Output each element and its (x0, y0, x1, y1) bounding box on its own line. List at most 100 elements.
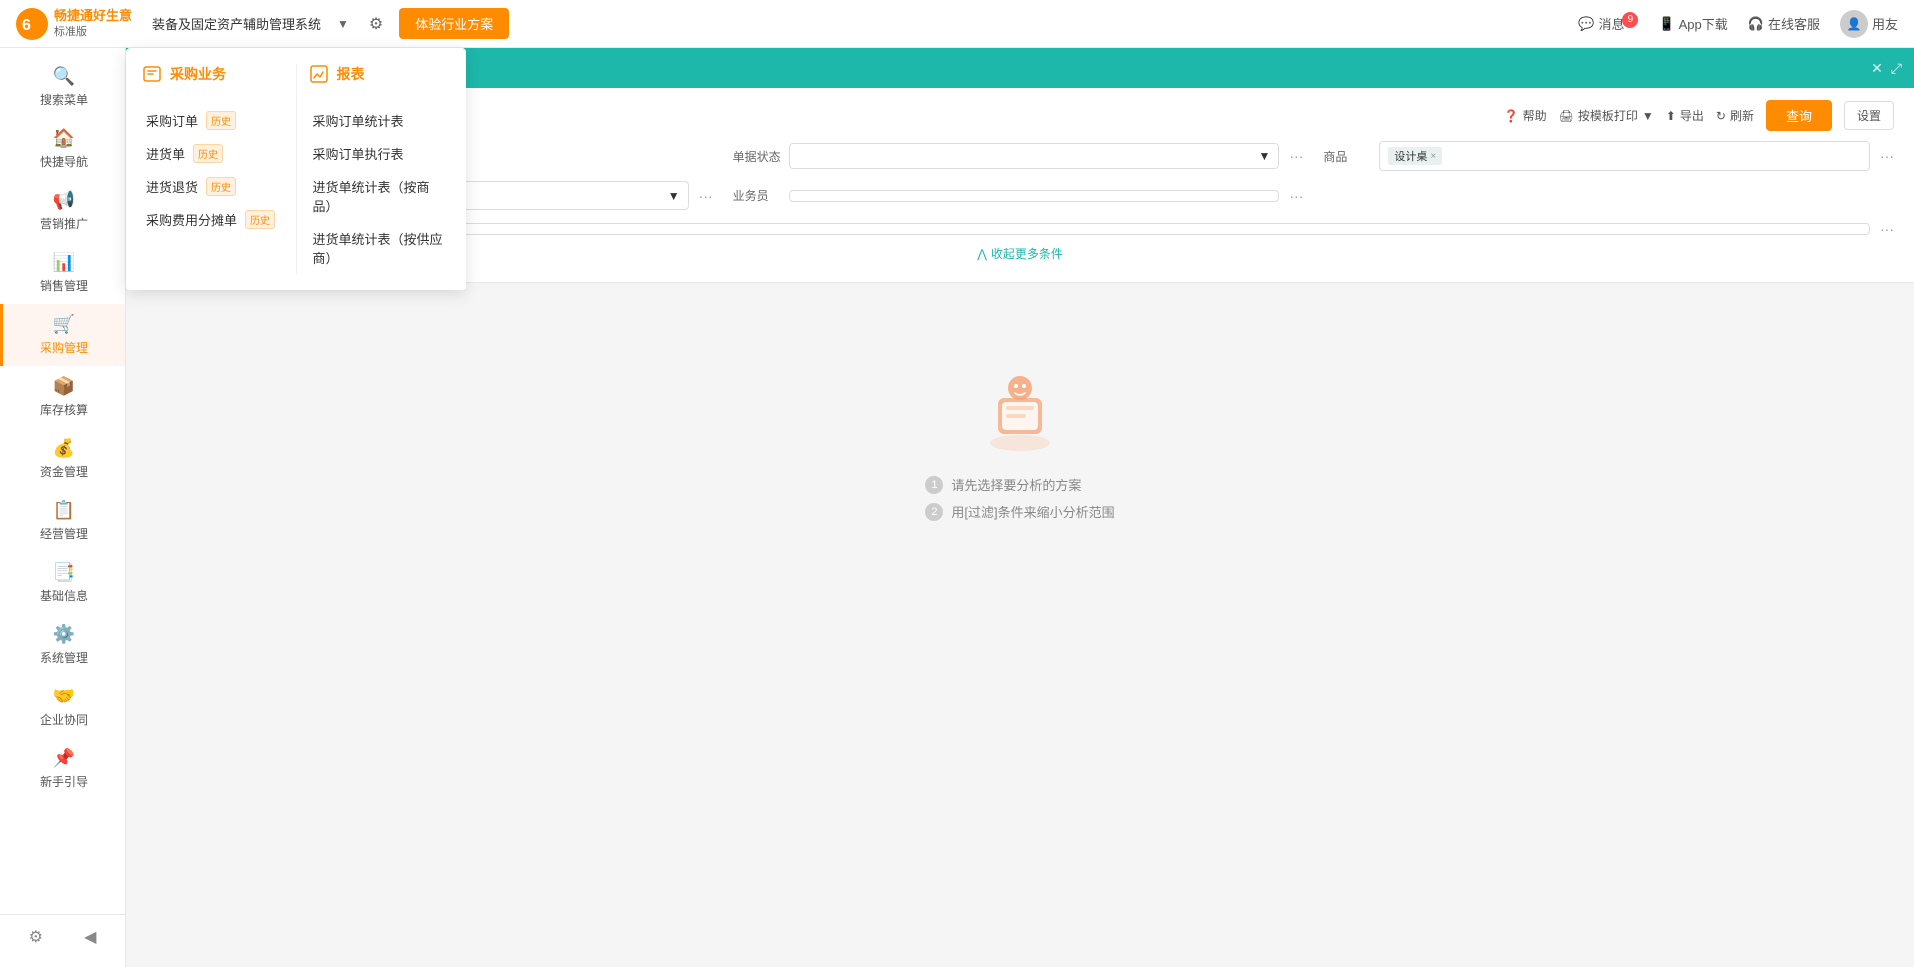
refresh-action[interactable]: ↻ 刷新 (1716, 107, 1754, 124)
logo-text: 畅捷通好生意 标准版 (54, 8, 132, 39)
settings-btn[interactable]: 设置 (1844, 101, 1894, 130)
tab-spacer (299, 48, 1859, 88)
refresh-label: 刷新 (1730, 107, 1754, 124)
rank-dropdown-icon: ▼ (668, 189, 680, 203)
inventory-icon: 📦 (53, 376, 75, 397)
report-col: 报表 采购订单统计表 采购订单执行表 进货单统计表（按商品） 进货单统计表（按供… (309, 64, 451, 274)
print-dropdown-icon[interactable]: ▼ (1642, 109, 1654, 123)
goods-tag-remove[interactable]: × (1430, 151, 1436, 162)
salesperson-dots[interactable]: ··· (1285, 188, 1307, 204)
dropdown-item-purchase-order[interactable]: 采购订单 历史 (142, 104, 284, 137)
dropdown-item-inbound-stats-supplier-label: 进货单统计表（按供应商） (313, 229, 447, 267)
system-icon: ⚙️ (53, 624, 75, 645)
app-download-action[interactable]: 📱 App下载 (1658, 14, 1727, 33)
online-service-action[interactable]: 🎧 在线客服 (1748, 14, 1820, 33)
sidebar-item-inventory[interactable]: 📦 库存核算 (0, 366, 125, 428)
tip-num-1: 1 (925, 476, 943, 494)
goods-tag: 设计桌 × (1388, 147, 1442, 165)
sidebar-item-system[interactable]: ⚙️ 系统管理 (0, 614, 125, 676)
dropdown-item-inbound[interactable]: 进货单 历史 (142, 137, 284, 170)
sidebar: 🔍 搜索菜单 🏠 快捷导航 📢 营销推广 📊 销售管理 🛒 采购管理 📦 库存核… (0, 48, 126, 967)
dropdown-item-inbound-stats-supplier[interactable]: 进货单统计表（按供应商） (309, 222, 451, 274)
filter-goods: 商品 设计桌 × ··· (1323, 141, 1898, 171)
sidebar-item-purchase[interactable]: 🛒 采购管理 (0, 304, 125, 366)
dropdown-item-po-stats-label: 采购订单统计表 (313, 111, 404, 130)
bill-status-dots[interactable]: ··· (1285, 148, 1307, 164)
refresh-icon: ↻ (1716, 109, 1726, 123)
empty-illustration (970, 363, 1070, 463)
dropdown-item-po-stats[interactable]: 采购订单统计表 (309, 104, 451, 137)
print-icon: 🖨 (1559, 109, 1574, 123)
message-label: 消息 (1598, 14, 1624, 33)
svg-text:6: 6 (22, 17, 31, 34)
logo-main: 畅捷通好生意 (54, 8, 132, 25)
sidebar-item-marketing[interactable]: 📢 营销推广 (0, 180, 125, 242)
dropdown-item-inbound-stats-goods[interactable]: 进货单统计表（按商品） (309, 170, 451, 222)
sidebar-item-guide[interactable]: 📌 新手引导 (0, 738, 125, 800)
salesperson-control[interactable] (789, 190, 1280, 202)
industry-btn[interactable]: 体验行业方案 (399, 8, 509, 39)
logo-area: 6 畅捷通好生意 标准版 (16, 8, 132, 40)
help-label: 帮助 (1523, 107, 1547, 124)
goods-control[interactable]: 设计桌 × (1379, 141, 1870, 171)
logo-icon: 6 (16, 8, 48, 40)
sidebar-label-inventory: 库存核算 (40, 401, 88, 418)
sidebar-collapse-btn[interactable]: ◀ (84, 927, 96, 947)
print-label: 按模板打印 (1578, 107, 1638, 124)
sidebar-item-search[interactable]: 🔍 搜索菜单 (0, 56, 125, 118)
help-action[interactable]: ❓ 帮助 (1504, 107, 1547, 124)
sidebar-label-system: 系统管理 (40, 649, 88, 666)
capital-icon: 💰 (53, 438, 75, 459)
tip-text-2: 用[过滤]条件来缩小分析范围 (951, 502, 1114, 521)
help-icon: ❓ (1504, 109, 1519, 123)
filter-salesperson: 业务员 ··· (733, 187, 1308, 204)
report-col-icon (309, 64, 329, 84)
header-settings-btn[interactable]: ⚙ (365, 10, 387, 38)
sidebar-item-quicknav[interactable]: 🏠 快捷导航 (0, 118, 125, 180)
sidebar-label-quicknav: 快捷导航 (40, 153, 88, 170)
dropdown-item-expense[interactable]: 采购费用分摊单 历史 (142, 203, 284, 236)
print-action[interactable]: 🖨 按模板打印 ▼ (1559, 107, 1654, 124)
collapse-text: 收起更多条件 (991, 245, 1063, 262)
user-action[interactable]: 👤 用友 (1840, 10, 1898, 38)
notification-badge: 9 (1622, 12, 1638, 28)
sales-icon: 📊 (53, 252, 75, 273)
report-col-title-text: 报表 (337, 64, 365, 84)
sidebar-label-enterprise: 企业协同 (40, 711, 88, 728)
goods-tag-text: 设计桌 (1394, 148, 1427, 164)
sidebar-item-basic[interactable]: 📑 基础信息 (0, 552, 125, 614)
report-col-title: 报表 (309, 64, 451, 92)
salesperson-label: 业务员 (733, 187, 783, 204)
sidebar-item-capital[interactable]: 💰 资金管理 (0, 428, 125, 490)
tab-expand-btn[interactable]: ⤢ (1891, 60, 1902, 77)
sidebar-item-operations[interactable]: 📋 经营管理 (0, 490, 125, 552)
avatar-img: 👤 (1847, 17, 1862, 31)
goods-dots[interactable]: ··· (1876, 148, 1898, 164)
phone-icon: 📱 (1658, 16, 1674, 32)
customer-dots[interactable]: ··· (1876, 221, 1898, 237)
empty-tips: 1 请先选择要分析的方案 2 用[过滤]条件来缩小分析范围 (925, 475, 1114, 521)
goods-label: 商品 (1323, 148, 1373, 165)
query-btn[interactable]: 查询 (1766, 100, 1832, 131)
headset-icon: 🎧 (1748, 16, 1764, 32)
tab-close-window-btn[interactable]: ✕ (1871, 60, 1883, 77)
system-dropdown-btn[interactable]: ▼ (333, 13, 353, 35)
dropdown-item-return[interactable]: 进货退货 历史 (142, 170, 284, 203)
header-left: 6 畅捷通好生意 标准版 装备及固定资产辅助管理系统 ▼ ⚙ 体验行业方案 (16, 8, 509, 40)
badge-return: 历史 (206, 177, 236, 196)
dropdown-item-po-exec[interactable]: 采购订单执行表 (309, 137, 451, 170)
sidebar-settings-btn[interactable]: ⚙ (29, 927, 43, 947)
guide-icon: 📌 (53, 748, 75, 769)
collapse-icon: ⋀ (977, 247, 987, 261)
bill-status-control[interactable]: ▼ (789, 143, 1280, 169)
message-action[interactable]: 💬 消息 9 (1578, 14, 1638, 33)
online-service-label: 在线客服 (1768, 14, 1820, 33)
sidebar-item-sales[interactable]: 📊 销售管理 (0, 242, 125, 304)
tip-text-1: 请先选择要分析的方案 (951, 475, 1081, 494)
sidebar-item-enterprise[interactable]: 🤝 企业协同 (0, 676, 125, 738)
rank-dots[interactable]: ··· (695, 188, 717, 204)
bill-status-label: 单据状态 (733, 148, 783, 165)
operations-icon: 📋 (53, 500, 75, 521)
sidebar-label-guide: 新手引导 (40, 773, 88, 790)
export-action[interactable]: ⬆ 导出 (1666, 107, 1704, 124)
